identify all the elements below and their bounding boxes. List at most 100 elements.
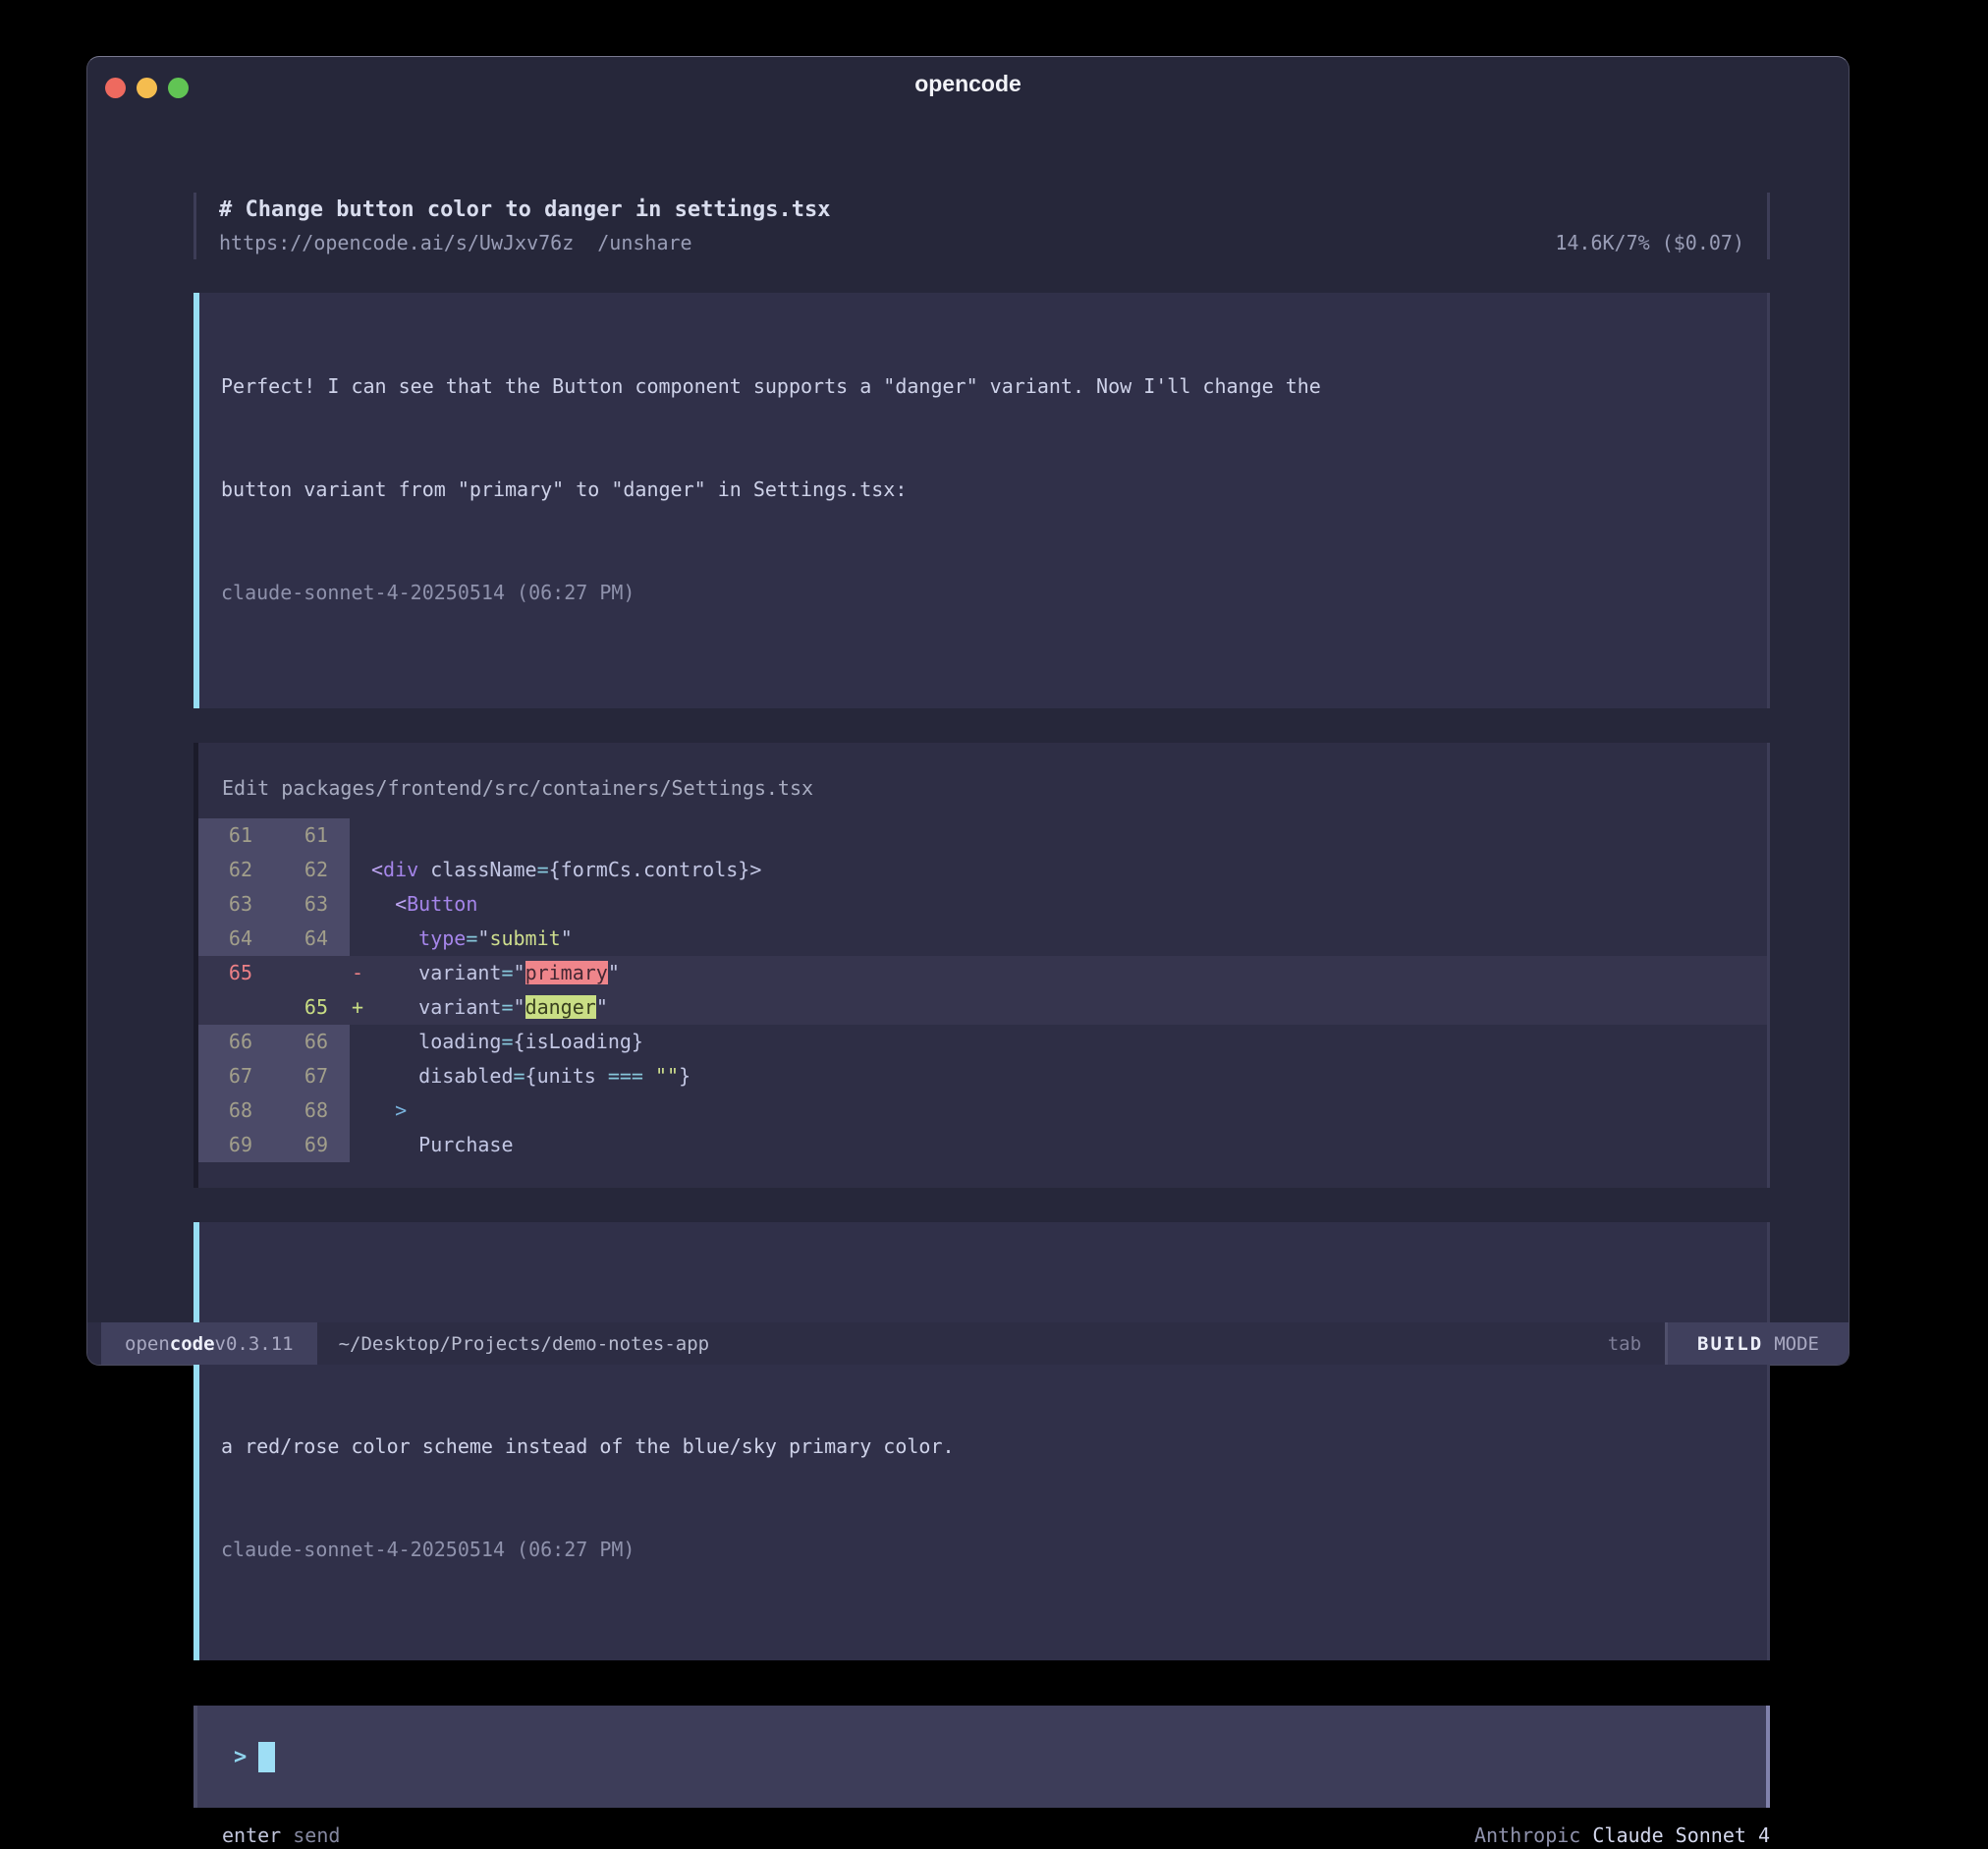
enter-key-hint: enter <box>222 1823 281 1847</box>
working-directory: ~/Desktop/Projects/demo-notes-app <box>339 1333 710 1355</box>
diff-row: 65- variant="primary" <box>198 956 1767 990</box>
old-line-number: 69 <box>198 1128 274 1162</box>
code-token: === <box>608 1064 643 1088</box>
diff-row: 6464 type="submit" <box>198 922 1767 956</box>
code-token: } <box>679 1064 690 1088</box>
edit-tool-panel: Edit packages/frontend/src/containers/Se… <box>193 743 1770 1188</box>
code-token <box>371 892 395 916</box>
old-line-number: 61 <box>198 818 274 853</box>
code-token: {isLoading} <box>514 1030 643 1053</box>
hint-row: enter send Anthropic Claude Sonnet 4 <box>193 1821 1770 1849</box>
code-line: variant="danger" <box>371 990 1767 1025</box>
diff-marker <box>350 887 371 922</box>
code-line: disabled={units === ""} <box>371 1059 1767 1093</box>
session-content: # Change button color to danger in setti… <box>87 193 1849 1849</box>
code-token: loading <box>418 1030 501 1053</box>
diff-row: 6767 disabled={units === ""} <box>198 1059 1767 1093</box>
session-title: # Change button color to danger in setti… <box>219 194 1744 227</box>
diff-marker: + <box>350 990 371 1025</box>
new-line-number: 66 <box>274 1025 350 1059</box>
code-token: " <box>596 995 608 1019</box>
code-line: Purchase <box>371 1128 1767 1162</box>
code-token: = <box>537 858 549 881</box>
diff-marker <box>350 1128 371 1162</box>
model-indicator: Anthropic Claude Sonnet 4 <box>1474 1821 1770 1849</box>
window-title: opencode <box>87 71 1849 97</box>
unshare-command[interactable]: /unshare <box>597 227 691 258</box>
model-label: Claude Sonnet 4 <box>1592 1823 1770 1847</box>
new-line-number: 68 <box>274 1093 350 1128</box>
diff-marker <box>350 818 371 853</box>
diff-row: 6969 Purchase <box>198 1128 1767 1162</box>
old-line-number: 68 <box>198 1093 274 1128</box>
code-token: {formCs.controls}> <box>549 858 762 881</box>
code-token: = <box>501 995 513 1019</box>
code-token: > <box>395 1098 407 1122</box>
code-token: div <box>383 858 418 881</box>
new-line-number: 64 <box>274 922 350 956</box>
app-version-badge: opencode v0.3.11 <box>101 1322 317 1365</box>
old-line-number <box>198 990 274 1025</box>
old-line-number: 63 <box>198 887 274 922</box>
code-token: disabled <box>418 1064 513 1088</box>
code-token: type <box>418 926 466 950</box>
code-line: <Button <box>371 887 1767 922</box>
share-url-link[interactable]: https://opencode.ai/s/UwJxv76z <box>219 227 574 258</box>
message-line: a red/rose color scheme instead of the b… <box>221 1429 1767 1464</box>
old-line-number: 64 <box>198 922 274 956</box>
code-token: {units <box>525 1064 608 1088</box>
provider-label: Anthropic <box>1474 1823 1580 1847</box>
code-token <box>371 1030 418 1053</box>
code-token: = <box>501 1030 513 1053</box>
code-token: " <box>561 926 573 950</box>
code-token: < <box>395 892 407 916</box>
code-token: Purchase <box>418 1133 513 1156</box>
title-bar: opencode <box>87 57 1849 110</box>
diff-row: 6868 > <box>198 1093 1767 1128</box>
code-token <box>371 926 418 950</box>
diff-marker <box>350 1025 371 1059</box>
new-line-number: 63 <box>274 887 350 922</box>
diff-table: 61616262<div className={formCs.controls}… <box>198 818 1767 1162</box>
code-token: = <box>501 961 513 984</box>
new-line-number: 67 <box>274 1059 350 1093</box>
new-line-number: 69 <box>274 1128 350 1162</box>
code-token <box>643 1064 655 1088</box>
new-line-number <box>274 956 350 990</box>
old-line-number: 62 <box>198 853 274 887</box>
code-line: type="submit" <box>371 922 1767 956</box>
mode-badge[interactable]: BUILDMODE <box>1668 1322 1849 1365</box>
diff-marker <box>350 853 371 887</box>
code-token: " <box>608 961 620 984</box>
diff-row: 6262<div className={formCs.controls}> <box>198 853 1767 887</box>
code-token <box>371 1064 418 1088</box>
code-token: < <box>371 858 383 881</box>
diff-marker <box>350 922 371 956</box>
code-token: "" <box>655 1064 679 1088</box>
diff-row: 65+ variant="danger" <box>198 990 1767 1025</box>
text-cursor <box>258 1742 275 1772</box>
code-token: variant <box>418 995 501 1019</box>
code-token: submit <box>489 926 560 950</box>
code-token: danger <box>525 995 596 1019</box>
code-token <box>371 961 418 984</box>
code-token: = <box>514 1064 525 1088</box>
old-line-number: 67 <box>198 1059 274 1093</box>
edit-tool-title: Edit packages/frontend/src/containers/Se… <box>198 772 1767 804</box>
prompt-input[interactable]: > <box>193 1706 1770 1808</box>
new-line-number: 65 <box>274 990 350 1025</box>
message-meta: claude-sonnet-4-20250514 (06:27 PM) <box>221 1533 1767 1567</box>
send-hint: enter send <box>222 1821 340 1849</box>
code-token: " <box>514 961 525 984</box>
code-line: > <box>371 1093 1767 1128</box>
code-line: loading={isLoading} <box>371 1025 1767 1059</box>
code-token: variant <box>418 961 501 984</box>
message-line: button variant from "primary" to "danger… <box>221 473 1767 507</box>
diff-marker <box>350 1093 371 1128</box>
diff-row: 6363 <Button <box>198 887 1767 922</box>
code-token <box>371 1133 418 1156</box>
diff-marker: - <box>350 956 371 990</box>
code-token <box>371 1098 395 1122</box>
new-line-number: 62 <box>274 853 350 887</box>
new-line-number: 61 <box>274 818 350 853</box>
